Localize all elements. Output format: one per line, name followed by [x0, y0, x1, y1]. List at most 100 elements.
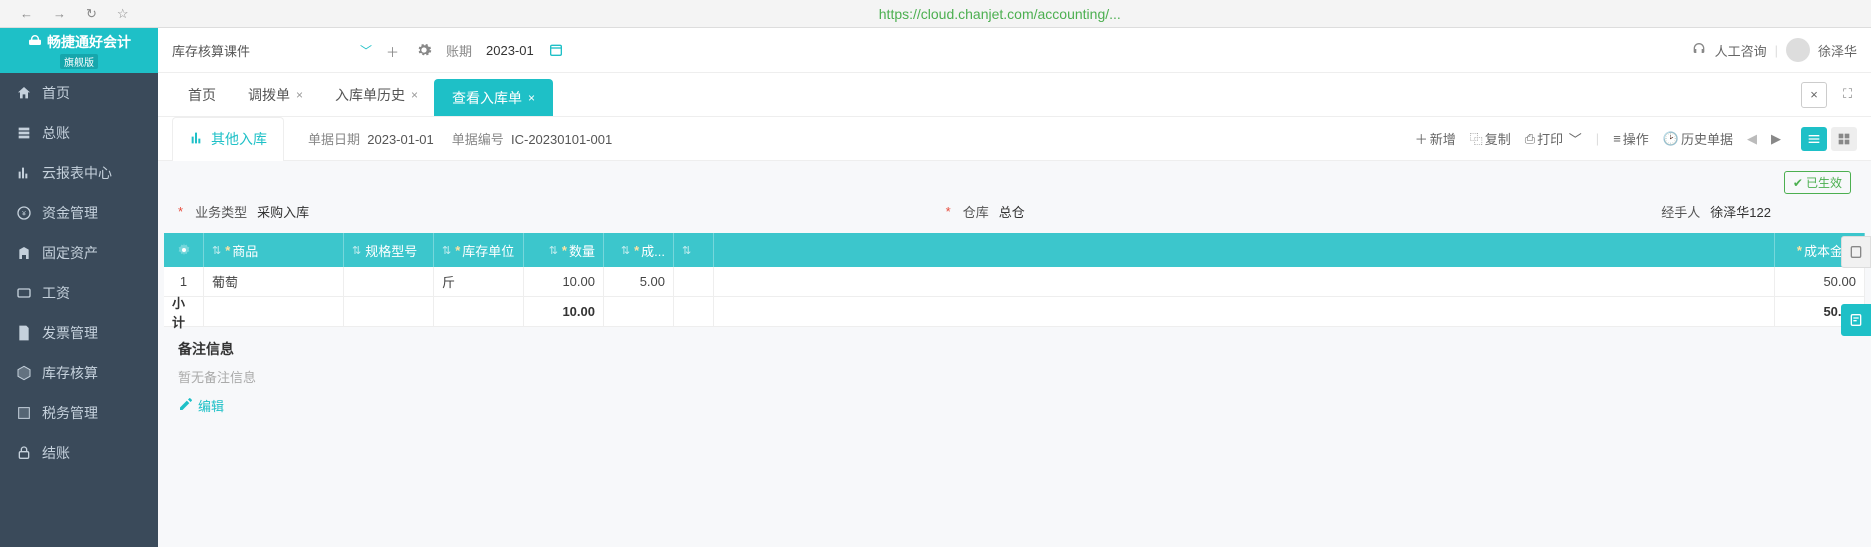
- ledger-icon: [16, 125, 32, 141]
- close-icon[interactable]: ×: [528, 91, 535, 105]
- building-icon: [16, 245, 32, 261]
- remark-edit-label: 编辑: [198, 396, 224, 415]
- right-tool-strip: [1841, 116, 1871, 336]
- col-blank[interactable]: [674, 233, 714, 267]
- calendar-icon[interactable]: [548, 42, 564, 58]
- avatar[interactable]: [1786, 38, 1810, 62]
- print-button[interactable]: ⎙打印 ﹀: [1525, 129, 1582, 148]
- remark-section: 备注信息 暂无备注信息 编辑: [158, 327, 1871, 427]
- nav-star-icon[interactable]: ☆: [117, 6, 129, 22]
- ops-button[interactable]: ≡操作: [1613, 129, 1649, 148]
- address-bar[interactable]: https://cloud.chanjet.com/accounting/...: [149, 6, 1851, 22]
- col-fill: [714, 233, 1775, 267]
- items-table: *商品 规格型号 *库存单位 *数量 *成... *成本金额 1 葡萄 斤 10…: [164, 233, 1865, 327]
- sidebar-item-invoice[interactable]: 发票管理: [0, 313, 158, 353]
- tax-icon: [16, 405, 32, 421]
- barchart-icon: [189, 130, 205, 149]
- expand-icon[interactable]: ⛶: [1843, 86, 1861, 104]
- lock-icon: [16, 445, 32, 461]
- table-row[interactable]: 1 葡萄 斤 10.00 5.00 50.00: [164, 267, 1865, 297]
- sidebar-item-funds[interactable]: ¥资金管理: [0, 193, 158, 233]
- close-all-button[interactable]: ×: [1801, 82, 1827, 108]
- sidebar-item-label: 库存核算: [42, 363, 98, 383]
- pencil-icon: [178, 396, 194, 415]
- sidebar-item-label: 首页: [42, 83, 70, 103]
- tab-transfer[interactable]: 调拨单×: [232, 73, 319, 116]
- tab-home[interactable]: 首页: [172, 73, 232, 116]
- note-icon[interactable]: [1841, 236, 1871, 268]
- col-cost[interactable]: *成...: [604, 233, 674, 267]
- sidebar-item-label: 资金管理: [42, 203, 98, 223]
- date-value: 2023-01-01: [367, 132, 434, 147]
- gear-icon[interactable]: [416, 42, 432, 58]
- date-label: 单据日期: [308, 132, 360, 147]
- remark-edit-button[interactable]: 编辑: [178, 396, 1851, 415]
- doc-header: 其他入库 单据日期 2023-01-01 单据编号 IC-20230101-00…: [158, 117, 1871, 161]
- nav-fwd-icon[interactable]: →: [53, 6, 66, 21]
- sidebar-item-assets[interactable]: 固定资产: [0, 233, 158, 273]
- cell-subtotal-qty: 10.00: [524, 297, 604, 326]
- close-icon[interactable]: ×: [411, 88, 418, 102]
- col-spec[interactable]: 规格型号: [344, 233, 434, 267]
- sidebar-item-label: 总账: [42, 123, 70, 143]
- sidebar-item-tax[interactable]: 税务管理: [0, 393, 158, 433]
- close-icon[interactable]: ×: [296, 88, 303, 102]
- sidebar-item-home[interactable]: 首页: [0, 73, 158, 113]
- sidebar-item-label: 税务管理: [42, 403, 98, 423]
- nav-refresh-icon[interactable]: ↻: [86, 6, 97, 22]
- field-biz-type: *业务类型 采购入库: [178, 202, 309, 221]
- home-icon: [16, 85, 32, 101]
- wallet-icon: [16, 285, 32, 301]
- cell-subtotal-label: 小计: [164, 297, 204, 326]
- logo-icon: [27, 33, 43, 52]
- headset-icon[interactable]: [1691, 41, 1707, 60]
- col-qty[interactable]: *数量: [524, 233, 604, 267]
- col-product[interactable]: *商品: [204, 233, 344, 267]
- sidebar-item-label: 发票管理: [42, 323, 98, 343]
- sidebar: 畅捷通好会计 旗舰版 首页 总账 云报表中心 ¥资金管理 固定资产 工资 发票管…: [0, 28, 158, 547]
- topbar: 库存核算课件 ﹀ ＋ 账期 2023-01 人工咨询 | 徐泽华: [158, 28, 1871, 73]
- remark-empty: 暂无备注信息: [178, 367, 1851, 386]
- brand-name: 畅捷通好会计: [47, 32, 131, 52]
- help-link[interactable]: 人工咨询: [1715, 41, 1767, 60]
- status-text: 已生效: [1806, 174, 1842, 191]
- bookset-selector[interactable]: 库存核算课件 ﹀: [172, 41, 372, 60]
- sidebar-item-inventory[interactable]: 库存核算: [0, 353, 158, 393]
- chevron-down-icon: ﹀: [360, 42, 372, 59]
- check-icon: ✔: [1793, 176, 1803, 190]
- cell-cost: 5.00: [604, 267, 674, 296]
- view-list-button[interactable]: [1801, 127, 1827, 151]
- sidebar-item-close[interactable]: 结账: [0, 433, 158, 473]
- new-button[interactable]: ＋新增: [1415, 129, 1456, 148]
- tab-view-inbound[interactable]: 查看入库单×: [434, 79, 553, 116]
- sidebar-item-label: 工资: [42, 283, 70, 303]
- sidebar-item-ledger[interactable]: 总账: [0, 113, 158, 153]
- col-settings[interactable]: [164, 233, 204, 267]
- cell-qty: 10.00: [524, 267, 604, 296]
- prev-icon[interactable]: ◀: [1747, 131, 1757, 147]
- sidebar-item-salary[interactable]: 工资: [0, 273, 158, 313]
- feedback-icon[interactable]: [1841, 304, 1871, 336]
- tab-inbound-history[interactable]: 入库单历史×: [319, 73, 434, 116]
- nav-back-icon[interactable]: ←: [20, 6, 33, 21]
- next-icon[interactable]: ▶: [1771, 131, 1781, 147]
- tab-label: 首页: [188, 85, 216, 105]
- sidebar-item-label: 固定资产: [42, 243, 98, 263]
- cell-fill: [714, 267, 1775, 296]
- brand-block: 畅捷通好会计 旗舰版: [0, 28, 158, 73]
- doc-type-tab[interactable]: 其他入库: [172, 117, 284, 161]
- sidebar-item-label: 结账: [42, 443, 70, 463]
- box-icon: [16, 365, 32, 381]
- period-value[interactable]: 2023-01: [486, 43, 534, 58]
- col-unit[interactable]: *库存单位: [434, 233, 524, 267]
- field-warehouse: *仓库 总仓: [946, 202, 1025, 221]
- history-button[interactable]: 🕑历史单据: [1663, 129, 1733, 148]
- copy-button[interactable]: ⿻复制: [1470, 129, 1511, 148]
- period-label: 账期: [446, 41, 472, 60]
- table-header: *商品 规格型号 *库存单位 *数量 *成... *成本金额: [164, 233, 1865, 267]
- sidebar-item-reports[interactable]: 云报表中心: [0, 153, 158, 193]
- plus-icon[interactable]: ＋: [386, 42, 402, 58]
- no-label: 单据编号: [452, 132, 504, 147]
- user-name[interactable]: 徐泽华: [1818, 41, 1857, 60]
- remark-title: 备注信息: [178, 339, 1851, 359]
